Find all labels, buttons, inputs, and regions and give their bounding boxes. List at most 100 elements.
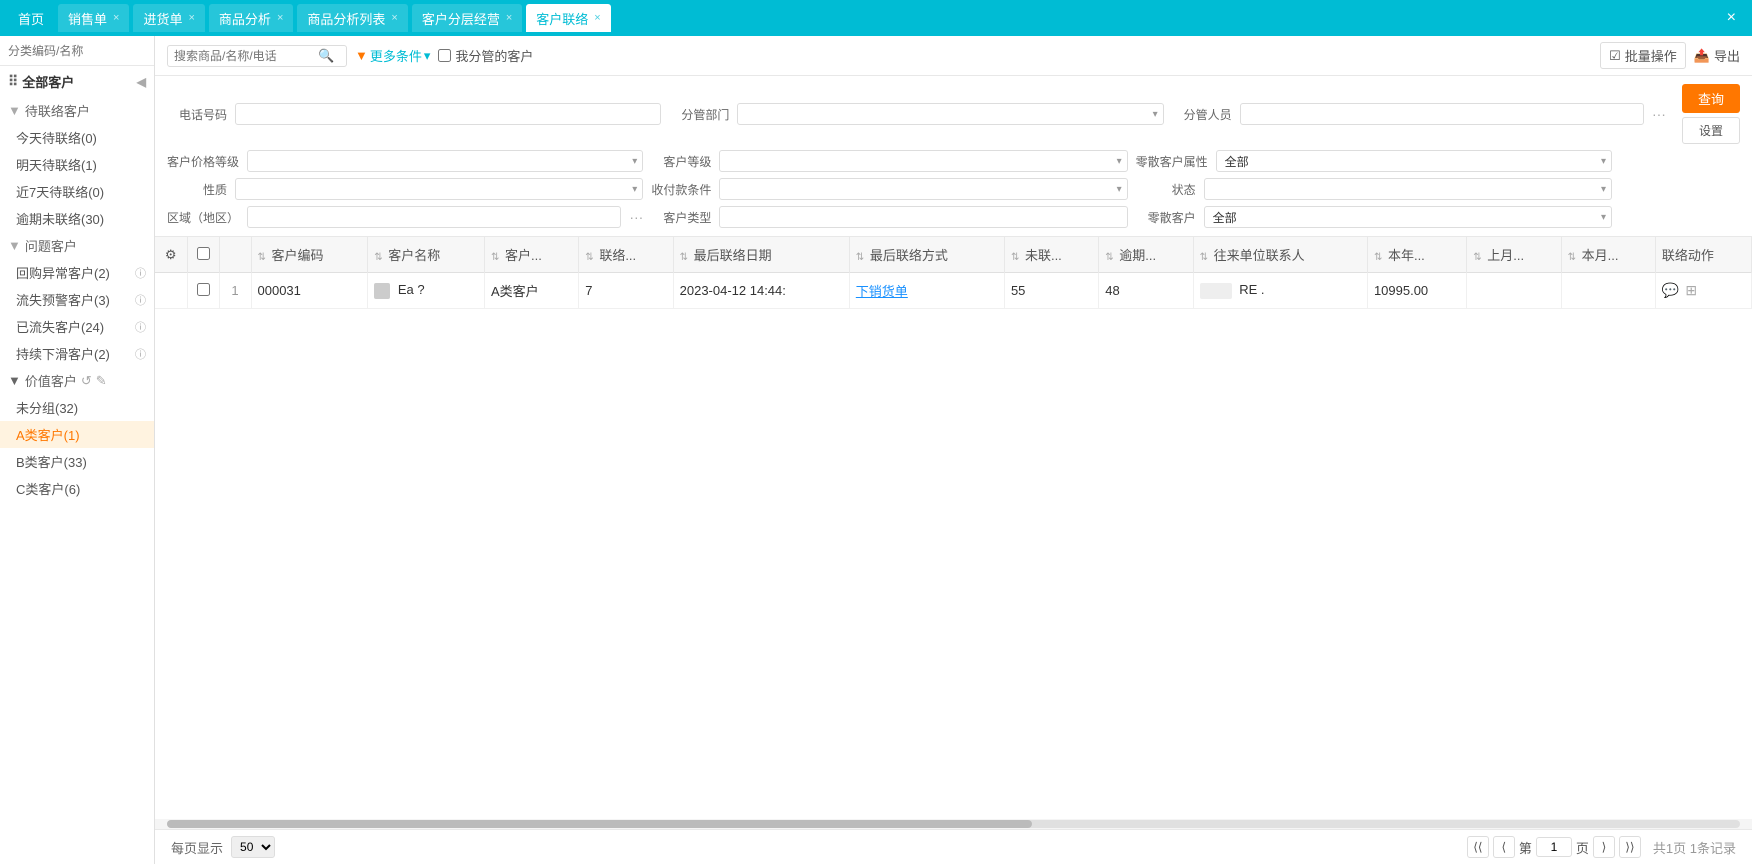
nav-home[interactable]: 首页 (8, 4, 54, 32)
th-last-month-label: 上月... (1487, 248, 1524, 263)
filter-person-dots[interactable]: ··· (1652, 106, 1666, 122)
filter-status-wrapper: ▾ (1204, 178, 1612, 200)
nav-tab-analysis-label: 商品分析 (219, 9, 271, 28)
filter-region-input[interactable] (247, 206, 621, 228)
page-prev-btn[interactable]: ⟨ (1493, 836, 1515, 858)
total-records-text: 共1页 1条记录 (1653, 838, 1736, 857)
filter-more-btn[interactable]: ▼ 更多条件 ▾ (355, 46, 430, 65)
filter-retail-field: 零散客户 ▾ (1136, 206, 1612, 228)
nav-tab-purchase-label: 进货单 (143, 9, 182, 28)
filter-person-input[interactable] (1240, 103, 1644, 125)
sidebar-item-declining[interactable]: 持续下滑客户(2) ⓘ (0, 340, 154, 367)
filter-payment-label: 收付款条件 (651, 181, 711, 198)
th-last-contact-way: ⇅ 最后联络方式 (849, 237, 1004, 273)
advanced-filter-panel: 电话号码 分管部门 ▾ 分管人员 ··· 查询 设置 (155, 76, 1752, 237)
sidebar-value-group: ▼ 价值客户 ↺ ✎ (0, 367, 154, 394)
filter-retail-input[interactable] (1204, 206, 1612, 228)
sidebar-item-a-class[interactable]: A类客户(1) (0, 421, 154, 448)
th-settings[interactable]: ⚙ (155, 237, 187, 273)
horizontal-scrollbar[interactable] (155, 819, 1752, 829)
filter-dept-input[interactable] (737, 103, 1163, 125)
filter-bar: 🔍 ▼ 更多条件 ▾ 我分管的客户 ☑ 批量操作 📤 导出 (155, 36, 1752, 76)
sidebar-item-c-class[interactable]: C类客户(6) (0, 475, 154, 502)
filter-price-level-label: 客户价格等级 (167, 153, 239, 170)
nav-tab-purchase[interactable]: 进货单 × (133, 4, 204, 32)
td-unit-contact: RE . (1193, 273, 1367, 309)
th-action: 联络动作 (1655, 237, 1751, 273)
sidebar-item-7days-label: 近7天待联络(0) (16, 182, 104, 201)
sidebar-item-today[interactable]: 今天待联络(0) (0, 124, 154, 151)
filter-customer-type-input[interactable] (719, 206, 1127, 228)
per-page-select[interactable]: 50 (231, 836, 275, 858)
sidebar-problem-arrow: ▼ (8, 238, 21, 253)
setting-button[interactable]: 设置 (1682, 117, 1740, 144)
top-nav-bar: 首页 销售单 × 进货单 × 商品分析 × 商品分析列表 × 客户分层经营 × … (0, 0, 1752, 36)
nav-tab-analysis-close[interactable]: × (277, 12, 283, 24)
nav-tab-sales-close[interactable]: × (113, 12, 119, 24)
batch-operation-btn[interactable]: ☑ 批量操作 (1600, 42, 1686, 69)
filter-search-input[interactable] (174, 49, 314, 63)
sidebar-refresh-icon[interactable]: ↺ (81, 373, 92, 389)
filter-retail-attr-input[interactable] (1216, 150, 1612, 172)
filter-phone-input[interactable] (235, 103, 661, 125)
filter-region-dots[interactable]: ··· (629, 209, 643, 225)
sidebar-value-label: 价值客户 (25, 371, 77, 390)
sidebar-item-7days[interactable]: 近7天待联络(0) (0, 178, 154, 205)
filter-price-level-input[interactable] (247, 150, 643, 172)
scrollbar-thumb[interactable] (167, 820, 1032, 828)
page-number-input[interactable] (1536, 837, 1572, 857)
query-button[interactable]: 查询 (1682, 84, 1740, 113)
sidebar-all-customers-header[interactable]: ⠿ 全部客户 ◀ (0, 66, 154, 97)
action-qr-icon[interactable]: ⊞ (1685, 282, 1697, 299)
filter-status-input[interactable] (1204, 178, 1612, 200)
th-this-year: ⇅ 本年... (1367, 237, 1466, 273)
nav-tab-customer-segment[interactable]: 客户分层经营 × (412, 4, 522, 32)
sidebar-search-input[interactable] (8, 44, 155, 58)
filter-my-customers-checkbox[interactable] (438, 49, 451, 62)
page-last-btn[interactable]: ⟩⟩ (1619, 836, 1641, 858)
filter-status-field: 状态 ▾ (1136, 178, 1612, 200)
filter-my-customers: 我分管的客户 (438, 46, 533, 65)
sidebar-value-arrow: ▼ (8, 373, 21, 388)
page-next-btn[interactable]: ⟩ (1593, 836, 1615, 858)
nav-tab-sales[interactable]: 销售单 × (58, 4, 129, 32)
sidebar-item-b-class[interactable]: B类客户(33) (0, 448, 154, 475)
nav-tab-purchase-close[interactable]: × (188, 12, 194, 24)
last-contact-way-link[interactable]: 下销货单 (856, 284, 908, 299)
sidebar-item-repurchase[interactable]: 回购异常客户(2) ⓘ (0, 259, 154, 286)
row-checkbox[interactable] (197, 283, 210, 296)
th-last-contact-date: ⇅ 最后联络日期 (673, 237, 849, 273)
export-btn[interactable]: 📤 导出 (1694, 46, 1740, 65)
td-last-month (1467, 273, 1561, 309)
th-this-month-label: 本月... (1582, 248, 1619, 263)
nav-tab-customer-segment-close[interactable]: × (506, 12, 512, 24)
filter-customer-level-input[interactable] (719, 150, 1127, 172)
top-close-button[interactable]: × (1719, 9, 1744, 27)
filter-dept-label: 分管部门 (669, 106, 729, 123)
th-last-contact-way-label: 最后联络方式 (870, 248, 948, 263)
filter-nature-input[interactable] (235, 178, 643, 200)
nav-tab-customer-contact[interactable]: 客户联络 × (526, 4, 610, 32)
filter-price-level-field: 客户价格等级 ▾ (167, 150, 643, 172)
nav-tab-customer-contact-close[interactable]: × (594, 12, 600, 24)
sidebar-item-churned[interactable]: 已流失客户(24) ⓘ (0, 313, 154, 340)
sidebar-item-tomorrow[interactable]: 明天待联络(1) (0, 151, 154, 178)
sidebar-item-churn-warning[interactable]: 流失预警客户(3) ⓘ (0, 286, 154, 313)
page-first-btn[interactable]: ⟨⟨ (1467, 836, 1489, 858)
sidebar-edit-icon[interactable]: ✎ (96, 373, 107, 389)
th-customer-type-sort: ⇅ (491, 252, 499, 263)
th-no-contact: ⇅ 未联... (1004, 237, 1098, 273)
action-message-icon[interactable]: 💬 (1662, 282, 1679, 299)
filter-retail-attr-label: 零散客户属性 (1136, 153, 1208, 170)
table-select-all[interactable] (197, 247, 210, 260)
sidebar-item-ungroup[interactable]: 未分组(32) (0, 394, 154, 421)
action-icons: 💬 ⊞ (1662, 282, 1745, 299)
nav-tab-analysis-list[interactable]: 商品分析列表 × (297, 4, 407, 32)
filter-search-icon[interactable]: 🔍 (318, 48, 334, 64)
nav-tab-analysis[interactable]: 商品分析 × (209, 4, 293, 32)
sidebar-collapse-icon[interactable]: ◀ (137, 75, 146, 89)
filter-payment-input[interactable] (719, 178, 1127, 200)
sidebar-item-overdue[interactable]: 逾期未联络(30) (0, 205, 154, 232)
th-this-year-sort: ⇅ (1374, 252, 1382, 263)
nav-tab-analysis-list-close[interactable]: × (391, 12, 397, 24)
